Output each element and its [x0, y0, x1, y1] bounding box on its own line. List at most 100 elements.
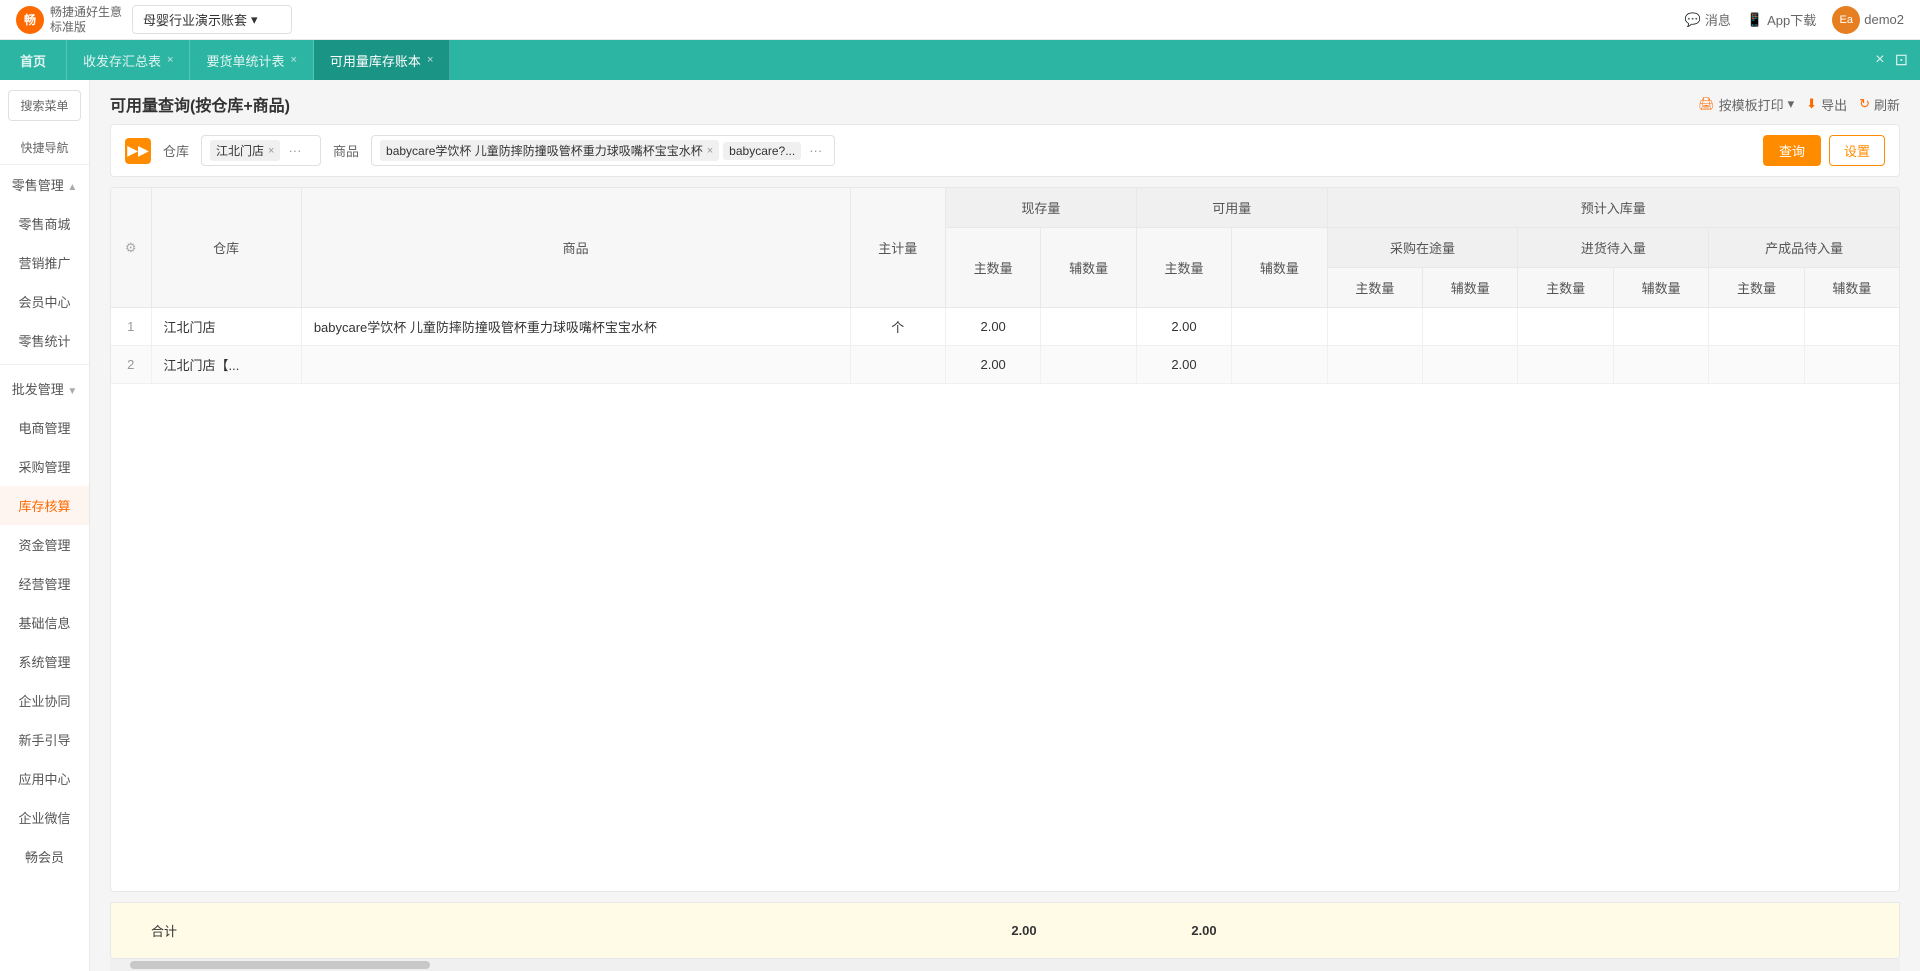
avatar: Ea: [1832, 6, 1860, 34]
horizontal-scrollbar[interactable]: [110, 959, 1900, 971]
th-settings[interactable]: ⚙: [111, 188, 151, 308]
sidebar-item-finance[interactable]: 资金管理: [0, 525, 89, 564]
tab-close-order-stat[interactable]: ×: [290, 54, 296, 66]
sidebar-item-enterprise-wx[interactable]: 企业微信: [0, 798, 89, 837]
table-footer: 合计 2.00 2.00: [110, 902, 1900, 959]
industry-selector[interactable]: 母婴行业演示账套 ▾: [132, 5, 292, 34]
product-filter-input[interactable]: babycare学饮杯 儿童防摔防撞吸管杯重力球吸嘴杯宝宝水杯 × babyca…: [371, 135, 835, 166]
print-button[interactable]: 🖨 按模板打印 ▾: [1698, 95, 1794, 114]
th-group-production: 产成品待入量: [1709, 228, 1899, 268]
sidebar-item-marketing[interactable]: 营销推广: [0, 243, 89, 282]
tab-available-stock[interactable]: 可用量库存账本 ×: [314, 40, 450, 80]
row-incoming-aux-1: [1613, 308, 1708, 346]
warehouse-more-btn[interactable]: ···: [284, 143, 305, 158]
print-arrow-icon: ▾: [1788, 96, 1795, 112]
search-menu-button[interactable]: 搜索菜单: [8, 90, 81, 121]
th-group-available: 可用量: [1136, 188, 1327, 228]
tab-close-all-icon[interactable]: ×: [1875, 51, 1884, 69]
refresh-icon: ↻: [1859, 96, 1870, 112]
tab-recv-send[interactable]: 收发存汇总表 ×: [67, 40, 190, 80]
footer-label: 合计: [131, 913, 291, 948]
table-row: 2 江北门店【... 2.00 2.00: [111, 346, 1899, 384]
th-group-expected: 预计入库量: [1327, 188, 1899, 228]
warehouse-tag-close[interactable]: ×: [268, 145, 274, 157]
row-incoming-main-2: [1518, 346, 1613, 384]
app-download-action[interactable]: 📱 App下载: [1747, 10, 1816, 29]
product-tag-2: babycare?...: [723, 142, 801, 160]
th-prod-aux: 辅数量: [1804, 268, 1899, 308]
th-group-incoming: 进货待入量: [1518, 228, 1709, 268]
tab-close-available-stock[interactable]: ×: [427, 54, 433, 66]
row-current-aux-2: [1041, 346, 1136, 384]
sidebar-item-operations[interactable]: 经营管理: [0, 564, 89, 603]
product-tag-close-1[interactable]: ×: [707, 145, 713, 157]
query-button[interactable]: 查询: [1763, 135, 1821, 166]
sidebar-item-system[interactable]: 系统管理: [0, 642, 89, 681]
page-header: 可用量查询(按仓库+商品) 🖨 按模板打印 ▾ ⬇ 导出 ↻ 刷新: [90, 80, 1920, 124]
product-filter-label: 商品: [333, 141, 359, 160]
row-product-1: babycare学饮杯 儿童防摔防撞吸管杯重力球吸嘴杯宝宝水杯: [301, 308, 850, 346]
row-current-main-1: 2.00: [945, 308, 1040, 346]
page-title: 可用量查询(按仓库+商品): [110, 92, 290, 116]
tab-order-stat[interactable]: 要货单统计表 ×: [190, 40, 313, 80]
sidebar: 搜索菜单 快捷导航 零售管理 ▲ 零售商城 营销推广 会员中心 零售统计 批发管…: [0, 80, 90, 971]
th-unit: 主计量: [850, 188, 945, 308]
sidebar-item-base-info[interactable]: 基础信息: [0, 603, 89, 642]
row-purchase-main-2: [1327, 346, 1422, 384]
row-current-aux-1: [1041, 308, 1136, 346]
th-incoming-aux: 辅数量: [1613, 268, 1708, 308]
settings-icon[interactable]: ⚙: [125, 240, 137, 255]
tab-close-recv-send[interactable]: ×: [167, 54, 173, 66]
sidebar-divider-1: [0, 364, 89, 365]
th-current-main: 主数量: [945, 228, 1040, 308]
user-area[interactable]: Ea demo2: [1832, 6, 1904, 34]
row-purchase-aux-2: [1423, 346, 1518, 384]
sidebar-nav-btn[interactable]: 快捷导航: [0, 131, 89, 165]
sidebar-item-ecommerce[interactable]: 电商管理: [0, 408, 89, 447]
warehouse-filter-input[interactable]: 江北门店 × ···: [201, 135, 321, 166]
sidebar-item-app-center[interactable]: 应用中心: [0, 759, 89, 798]
export-button[interactable]: ⬇ 导出: [1806, 95, 1847, 114]
th-avail-aux: 辅数量: [1232, 228, 1327, 308]
row-avail-main-1: 2.00: [1136, 308, 1231, 346]
product-more-btn[interactable]: ···: [805, 143, 826, 158]
nav-tab-actions: × ⊡: [1863, 40, 1920, 80]
sidebar-item-retail-mall[interactable]: 零售商城: [0, 204, 89, 243]
message-action[interactable]: 💬 消息: [1685, 10, 1731, 29]
row-incoming-main-1: [1518, 308, 1613, 346]
th-product: 商品: [301, 188, 850, 308]
th-incoming-main: 主数量: [1518, 268, 1613, 308]
sidebar-item-inventory[interactable]: 库存核算: [0, 486, 89, 525]
refresh-button[interactable]: ↻ 刷新: [1859, 95, 1900, 114]
filter-toggle-btn[interactable]: ▶▶: [125, 138, 151, 164]
row-warehouse-2: 江北门店【...: [151, 346, 301, 384]
row-prod-main-2: [1709, 346, 1804, 384]
sidebar-item-members[interactable]: 会员中心: [0, 282, 89, 321]
row-product-2: [301, 346, 850, 384]
th-warehouse: 仓库: [151, 188, 301, 308]
row-incoming-aux-2: [1613, 346, 1708, 384]
th-current-aux: 辅数量: [1041, 228, 1136, 308]
message-icon: 💬: [1685, 12, 1701, 28]
sidebar-item-retail-mgmt[interactable]: 零售管理 ▲: [0, 165, 89, 204]
scroll-thumb[interactable]: [130, 961, 430, 969]
table-row: 1 江北门店 babycare学饮杯 儿童防摔防撞吸管杯重力球吸嘴杯宝宝水杯 个…: [111, 308, 1899, 346]
th-prod-main: 主数量: [1709, 268, 1804, 308]
top-bar-left: 畅 畅捷通好生意 标准版 母婴行业演示账套 ▾: [16, 5, 292, 34]
row-prod-aux-2: [1804, 346, 1899, 384]
th-group-current: 现存量: [945, 188, 1136, 228]
row-unit-2: [850, 346, 945, 384]
logo-area: 畅 畅捷通好生意 标准版: [16, 5, 122, 34]
sidebar-item-new-guide[interactable]: 新手引导: [0, 720, 89, 759]
tab-restore-icon[interactable]: ⊡: [1895, 50, 1908, 70]
row-seq-2: 2: [111, 346, 151, 384]
setting-button[interactable]: 设置: [1829, 135, 1885, 166]
sidebar-item-retail-stats[interactable]: 零售统计: [0, 321, 89, 360]
sidebar-item-enterprise[interactable]: 企业协同: [0, 681, 89, 720]
logo-text: 畅捷通好生意 标准版: [50, 5, 122, 34]
sidebar-item-wholesale-mgmt[interactable]: 批发管理 ▼: [0, 369, 89, 408]
sidebar-item-vip-member[interactable]: 畅会员: [0, 837, 89, 876]
warehouse-tag: 江北门店 ×: [210, 140, 280, 161]
tab-home[interactable]: 首页: [0, 40, 67, 80]
sidebar-item-purchase[interactable]: 采购管理: [0, 447, 89, 486]
